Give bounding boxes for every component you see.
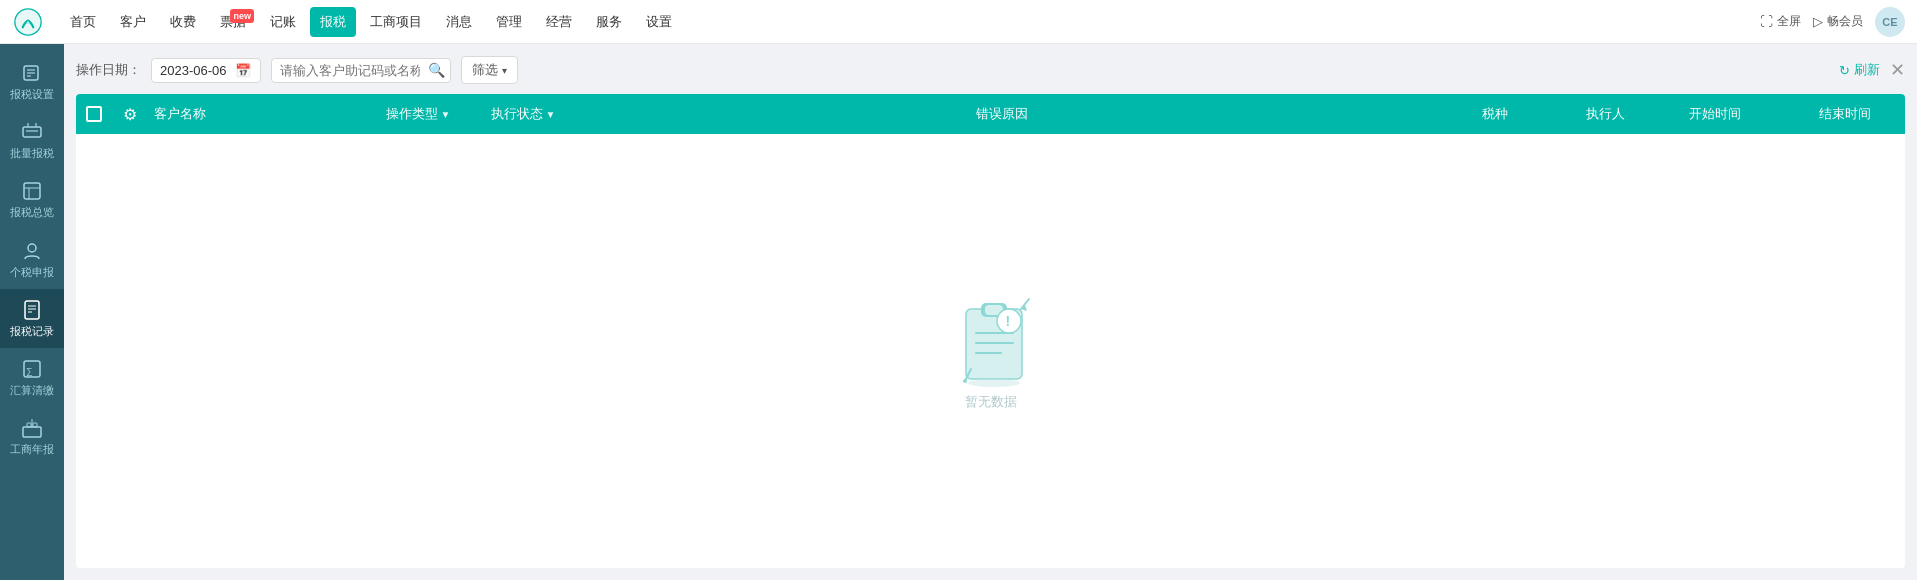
th-operation-type[interactable]: 操作类型 ▼ <box>368 97 468 131</box>
top-navigation: 首页 客户 收费 票据 new 记账 报税 工商项目 消息 管理 经营 服务 设… <box>0 0 1917 44</box>
th-settings[interactable]: ⚙ <box>112 97 148 132</box>
svg-text:∑: ∑ <box>26 366 32 376</box>
tax-overview-icon <box>21 180 43 202</box>
nav-home[interactable]: 首页 <box>60 7 106 37</box>
select-all-checkbox[interactable] <box>86 106 102 122</box>
th-exec-status[interactable]: 执行状态 ▼ <box>468 97 578 131</box>
empty-illustration: ! <box>951 291 1031 381</box>
tax-records-icon <box>21 299 43 321</box>
filter-button[interactable]: 筛选 ▾ <box>461 56 518 84</box>
refresh-button[interactable]: ↻ 刷新 <box>1839 61 1880 79</box>
th-end-time: 结束时间 <box>1785 97 1905 131</box>
member-button[interactable]: ▷ 畅会员 <box>1813 13 1863 30</box>
sidebar-item-personal-tax[interactable]: 个税申报 <box>0 230 64 289</box>
nav-customer[interactable]: 客户 <box>110 7 156 37</box>
date-label: 操作日期： <box>76 61 141 79</box>
table-header: ⚙ 客户名称 操作类型 ▼ 执行状态 ▼ 错误原因 税种 <box>76 94 1905 134</box>
annual-report-icon <box>21 417 43 439</box>
nav-settings[interactable]: 设置 <box>636 7 682 37</box>
sidebar-item-annual-report[interactable]: 工商年报 <box>0 407 64 466</box>
empty-state: ! 暂无数据 <box>76 134 1905 568</box>
fullscreen-label: 全屏 <box>1777 13 1801 30</box>
new-badge: new <box>230 9 254 23</box>
svg-point-12 <box>28 244 36 252</box>
nav-business[interactable]: 工商项目 <box>360 7 432 37</box>
nav-operation[interactable]: 经营 <box>536 7 582 37</box>
svg-text:!: ! <box>1005 313 1010 329</box>
svg-rect-13 <box>25 301 39 319</box>
user-avatar[interactable]: CE <box>1875 7 1905 37</box>
svg-point-33 <box>968 379 1020 387</box>
search-wrapper: 🔍 <box>271 58 451 83</box>
sidebar: 报税设置 批量报税 报税总览 <box>0 44 64 580</box>
chevron-down-icon: ▾ <box>502 65 507 76</box>
refresh-icon: ↻ <box>1839 63 1850 78</box>
calendar-icon: 📅 <box>235 63 251 78</box>
th-tax-type: 税种 <box>1425 97 1565 131</box>
top-nav-right: ⛶ 全屏 ▷ 畅会员 CE <box>1760 7 1905 37</box>
empty-text: 暂无数据 <box>965 393 1017 411</box>
settlement-icon: ∑ <box>21 358 43 380</box>
tax-settings-icon <box>21 62 43 84</box>
member-label: 畅会员 <box>1827 13 1863 30</box>
th-error-reason: 错误原因 <box>578 97 1425 131</box>
date-value: 2023-06-06 <box>160 63 227 78</box>
sidebar-item-tax-records[interactable]: 报税记录 <box>0 289 64 348</box>
sidebar-item-settlement[interactable]: ∑ 汇算清缴 <box>0 348 64 407</box>
settings-icon[interactable]: ⚙ <box>123 105 137 124</box>
content-area: 操作日期： 2023-06-06 📅 🔍 筛选 ▾ ↻ 刷新 ✕ <box>64 44 1917 580</box>
user-initials: CE <box>1882 16 1897 28</box>
toolbar: 操作日期： 2023-06-06 📅 🔍 筛选 ▾ ↻ 刷新 ✕ <box>76 56 1905 84</box>
nav-accounts[interactable]: 记账 <box>260 7 306 37</box>
fullscreen-button[interactable]: ⛶ 全屏 <box>1760 13 1801 30</box>
sidebar-item-label: 报税设置 <box>10 88 54 101</box>
table-container: ⚙ 客户名称 操作类型 ▼ 执行状态 ▼ 错误原因 税种 <box>76 94 1905 568</box>
search-input[interactable] <box>271 58 451 83</box>
nav-message[interactable]: 消息 <box>436 7 482 37</box>
sidebar-item-label: 个税申报 <box>10 266 54 279</box>
main-layout: 报税设置 批量报税 报税总览 <box>0 44 1917 580</box>
app-logo[interactable] <box>12 6 44 38</box>
filter-icon: ▼ <box>441 109 451 120</box>
close-button[interactable]: ✕ <box>1890 61 1905 79</box>
personal-tax-icon <box>21 240 43 262</box>
sidebar-item-label: 报税总览 <box>10 206 54 219</box>
sidebar-item-label: 工商年报 <box>10 443 54 456</box>
date-picker[interactable]: 2023-06-06 📅 <box>151 58 261 83</box>
th-checkbox[interactable] <box>76 98 112 130</box>
nav-manage[interactable]: 管理 <box>486 7 532 37</box>
th-executor: 执行人 <box>1565 97 1645 131</box>
sidebar-item-tax-overview[interactable]: 报税总览 <box>0 170 64 229</box>
filter-label: 筛选 <box>472 61 498 79</box>
svg-rect-5 <box>23 127 41 137</box>
nav-billing[interactable]: 收费 <box>160 7 206 37</box>
nav-invoice[interactable]: 票据 new <box>210 7 256 37</box>
nav-service[interactable]: 服务 <box>586 7 632 37</box>
sidebar-item-tax-settings[interactable]: 报税设置 <box>0 52 64 111</box>
sidebar-item-label: 批量报税 <box>10 147 54 160</box>
svg-rect-19 <box>23 427 41 437</box>
sidebar-item-batch-tax[interactable]: 批量报税 <box>0 111 64 170</box>
refresh-label: 刷新 <box>1854 61 1880 79</box>
nav-tax[interactable]: 报税 <box>310 7 356 37</box>
search-icon[interactable]: 🔍 <box>428 62 445 78</box>
svg-point-35 <box>963 379 967 383</box>
nav-items: 首页 客户 收费 票据 new 记账 报税 工商项目 消息 管理 经营 服务 设… <box>60 7 1760 37</box>
th-start-time: 开始时间 <box>1645 97 1785 131</box>
toolbar-right: ↻ 刷新 ✕ <box>1839 61 1905 79</box>
sidebar-item-label: 报税记录 <box>10 325 54 338</box>
sidebar-item-label: 汇算清缴 <box>10 384 54 397</box>
table-body: ! 暂无数据 <box>76 134 1905 568</box>
play-icon: ▷ <box>1813 14 1823 29</box>
batch-tax-icon <box>21 121 43 143</box>
th-customer-name: 客户名称 <box>148 97 368 131</box>
fullscreen-icon: ⛶ <box>1760 14 1773 29</box>
svg-rect-9 <box>24 183 40 199</box>
filter-icon: ▼ <box>546 109 556 120</box>
